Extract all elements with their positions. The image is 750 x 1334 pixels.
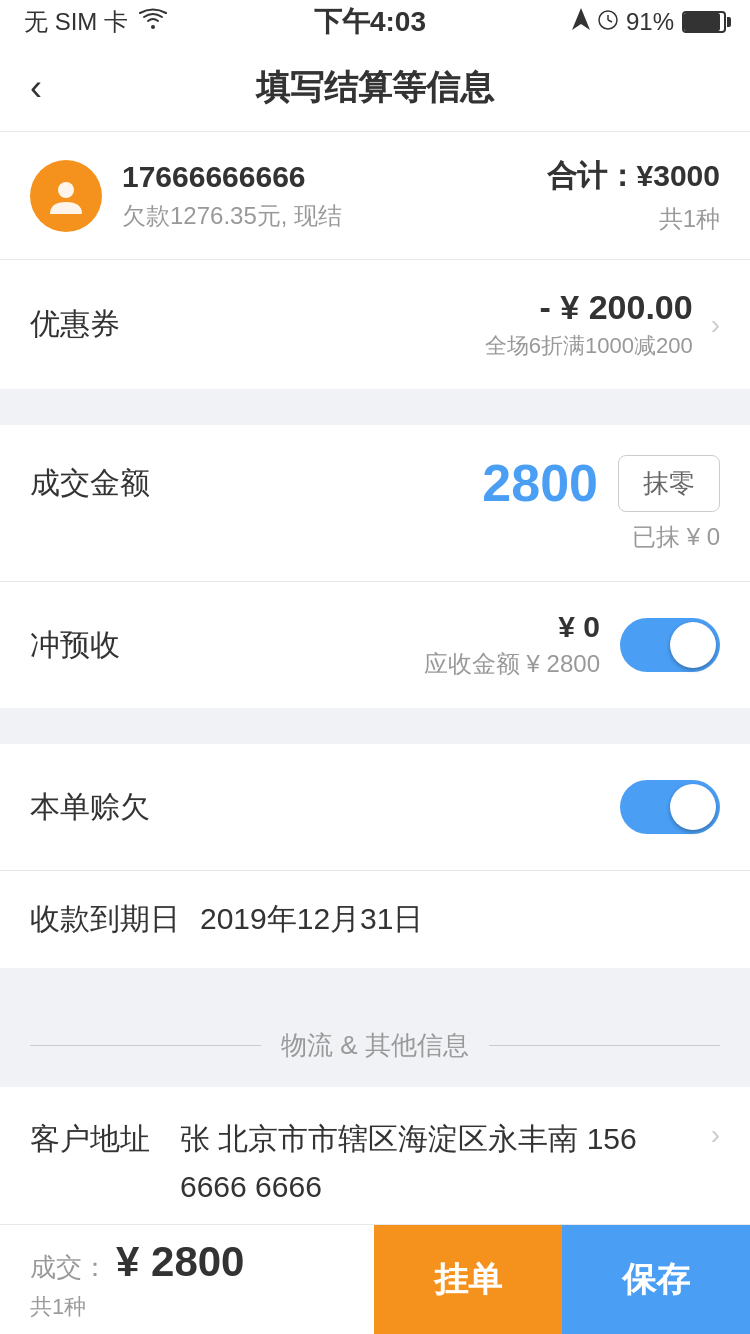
due-date-label: 收款到期日 <box>30 899 180 940</box>
precollect-toggle[interactable] <box>620 618 720 672</box>
coupon-discount: - ¥ 200.00 <box>540 288 693 327</box>
amount-row: 成交金额 2800 抹零 <box>30 453 720 513</box>
bottom-count: 共1种 <box>30 1292 344 1322</box>
address-chevron-icon: › <box>711 1119 720 1151</box>
address-row[interactable]: 客户地址 张 北京市市辖区海淀区永丰南 156 6666 6666 › <box>0 1087 750 1239</box>
section-divider-1 <box>0 405 750 425</box>
coupon-info: - ¥ 200.00 全场6折满1000减200 <box>485 288 693 361</box>
bottom-amount: ¥ 2800 <box>116 1238 244 1286</box>
credit-row: 本单赊欠 <box>0 744 750 870</box>
precollect-row: 冲预收 ¥ 0 应收金额 ¥ 2800 <box>0 582 750 708</box>
precollect-right: ¥ 0 应收金额 ¥ 2800 <box>424 610 720 680</box>
battery-fill <box>684 13 720 31</box>
amount-label: 成交金额 <box>30 463 150 504</box>
address-card: 客户地址 张 北京市市辖区海淀区永丰南 156 6666 6666 › <box>0 1087 750 1239</box>
deal-label: 成交： <box>30 1250 108 1285</box>
customer-debt: 欠款1276.35元, 现结 <box>122 200 342 232</box>
status-left: 无 SIM 卡 <box>24 6 168 38</box>
customer-info: 17666666666 欠款1276.35元, 现结 <box>122 160 342 232</box>
precollect-label: 冲预收 <box>30 625 120 666</box>
svg-line-4 <box>608 20 612 22</box>
logistics-line-right <box>489 1045 720 1046</box>
amount-value: 2800 <box>482 453 598 513</box>
precollect-amount: ¥ 0 应收金额 ¥ 2800 <box>424 610 600 680</box>
main-content: 17666666666 欠款1276.35元, 现结 合计：¥3000 共1种 … <box>0 132 750 1334</box>
toggle-knob-1 <box>670 622 716 668</box>
total-amount: 合计：¥3000 <box>547 156 720 197</box>
address-label: 客户地址 <box>30 1119 150 1160</box>
coupon-right: - ¥ 200.00 全场6折满1000减200 › <box>485 288 720 361</box>
logistics-title: 物流 & 其他信息 <box>281 1028 469 1063</box>
status-right: 91% <box>572 8 726 36</box>
credit-label: 本单赊欠 <box>30 787 150 828</box>
avatar <box>30 160 102 232</box>
wifi-icon <box>138 8 168 36</box>
amount-card: 成交金额 2800 抹零 已抹 ¥ 0 冲预收 ¥ 0 应收金额 ¥ 2800 <box>0 425 750 708</box>
credit-toggle[interactable] <box>620 780 720 834</box>
carrier-text: 无 SIM 卡 <box>24 6 128 38</box>
address-value: 张 北京市市辖区海淀区永丰南 156 6666 6666 <box>180 1115 701 1211</box>
clock-icon <box>598 8 618 36</box>
location-icon <box>572 8 590 36</box>
amount-right: 2800 抹零 <box>482 453 720 513</box>
precollect-sub: 应收金额 ¥ 2800 <box>424 648 600 680</box>
section-divider-2 <box>0 724 750 744</box>
amount-section: 成交金额 2800 抹零 已抹 ¥ 0 <box>0 425 750 581</box>
coupon-chevron-icon: › <box>711 309 720 341</box>
customer-left: 17666666666 欠款1276.35元, 现结 <box>30 160 342 232</box>
customer-card: 17666666666 欠款1276.35元, 现结 合计：¥3000 共1种 … <box>0 132 750 389</box>
logistics-header: 物流 & 其他信息 <box>0 1004 750 1087</box>
logistics-line-left <box>30 1045 261 1046</box>
battery-icon <box>682 11 726 33</box>
svg-point-5 <box>58 182 74 198</box>
page-title: 填写结算等信息 <box>256 65 494 111</box>
round-button[interactable]: 抹零 <box>618 455 720 512</box>
toggle-knob-2 <box>670 784 716 830</box>
precollect-value: ¥ 0 <box>558 610 600 644</box>
status-bar: 无 SIM 卡 下午4:03 91% <box>0 0 750 44</box>
due-date-row: 收款到期日 2019年12月31日 <box>0 871 750 968</box>
svg-marker-1 <box>572 8 590 30</box>
hold-button[interactable]: 挂单 <box>374 1225 562 1335</box>
svg-point-0 <box>151 25 155 29</box>
page-header: ‹ 填写结算等信息 <box>0 44 750 132</box>
bottom-bar: 成交： ¥ 2800 共1种 挂单 保存 <box>0 1224 750 1334</box>
back-button[interactable]: ‹ <box>30 67 42 109</box>
coupon-description: 全场6折满1000减200 <box>485 331 693 361</box>
save-button[interactable]: 保存 <box>562 1225 750 1335</box>
customer-right: 合计：¥3000 共1种 <box>547 156 720 235</box>
customer-phone: 17666666666 <box>122 160 342 194</box>
credit-card: 本单赊欠 收款到期日 2019年12月31日 <box>0 744 750 968</box>
due-date-value: 2019年12月31日 <box>200 899 423 940</box>
coupon-row[interactable]: 优惠券 - ¥ 200.00 全场6折满1000减200 › <box>0 260 750 389</box>
total-count: 共1种 <box>659 203 720 235</box>
amount-sub: 已抹 ¥ 0 <box>30 521 720 553</box>
battery-percent: 91% <box>626 8 674 36</box>
customer-row: 17666666666 欠款1276.35元, 现结 合计：¥3000 共1种 <box>0 132 750 259</box>
section-divider-3 <box>0 984 750 1004</box>
bottom-left: 成交： ¥ 2800 共1种 <box>0 1238 374 1322</box>
coupon-label: 优惠券 <box>30 304 120 345</box>
status-time: 下午4:03 <box>314 3 426 41</box>
